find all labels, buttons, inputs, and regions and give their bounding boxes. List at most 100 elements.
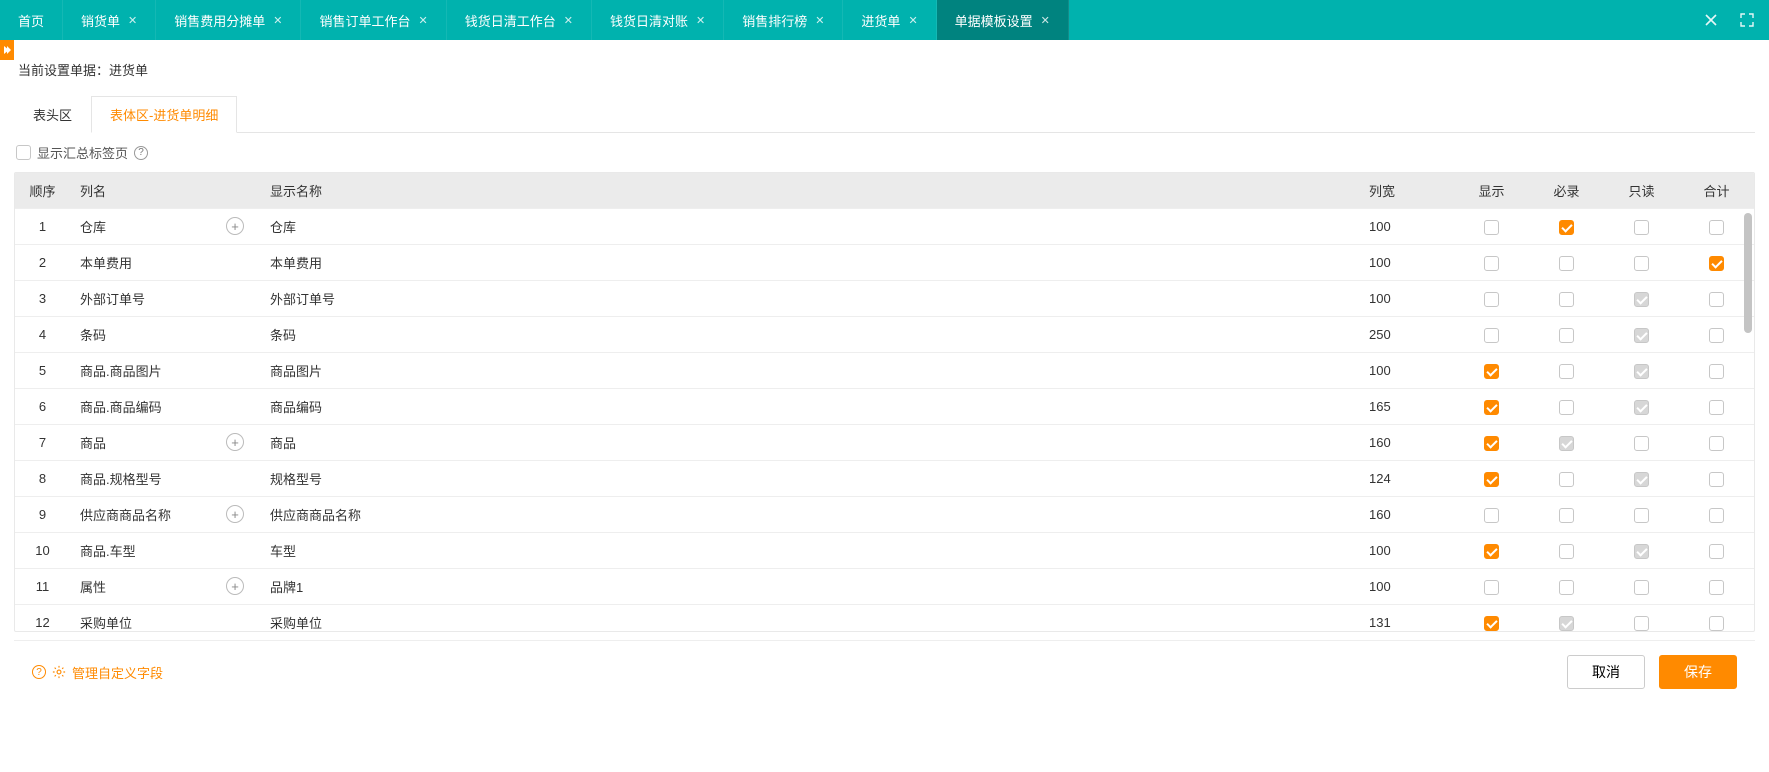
- cell-display[interactable]: 采购单位: [260, 605, 1359, 633]
- cell-display[interactable]: 品牌1: [260, 569, 1359, 605]
- close-all-icon[interactable]: [1697, 6, 1725, 34]
- show-checkbox[interactable]: [1484, 472, 1499, 487]
- table-row[interactable]: 9供应商商品名称+供应商商品名称160: [15, 497, 1754, 533]
- show-checkbox[interactable]: [1484, 328, 1499, 343]
- top-tab[interactable]: 销售费用分摊单✕: [156, 0, 301, 40]
- sum-checkbox[interactable]: [1709, 256, 1724, 271]
- show-checkbox[interactable]: [1484, 508, 1499, 523]
- top-tab[interactable]: 销售排行榜✕: [724, 0, 843, 40]
- close-icon[interactable]: ✕: [564, 14, 573, 27]
- sum-checkbox[interactable]: [1709, 220, 1724, 235]
- show-checkbox[interactable]: [1484, 364, 1499, 379]
- cell-width[interactable]: 250: [1359, 317, 1454, 353]
- close-icon[interactable]: ✕: [815, 14, 824, 27]
- readonly-checkbox[interactable]: [1634, 220, 1649, 235]
- table-row[interactable]: 1仓库+仓库100: [15, 209, 1754, 245]
- cell-width[interactable]: 160: [1359, 497, 1454, 533]
- top-tab[interactable]: 销货单✕: [63, 0, 156, 40]
- cell-display[interactable]: 商品编码: [260, 389, 1359, 425]
- close-icon[interactable]: ✕: [273, 14, 282, 27]
- required-checkbox[interactable]: [1559, 508, 1574, 523]
- sum-checkbox[interactable]: [1709, 400, 1724, 415]
- required-checkbox[interactable]: [1559, 220, 1574, 235]
- table-row[interactable]: 7商品+商品160: [15, 425, 1754, 461]
- sum-checkbox[interactable]: [1709, 436, 1724, 451]
- cell-display[interactable]: 本单费用: [260, 245, 1359, 281]
- required-checkbox[interactable]: [1559, 472, 1574, 487]
- table-row[interactable]: 12采购单位采购单位131: [15, 605, 1754, 633]
- cell-width[interactable]: 100: [1359, 245, 1454, 281]
- top-tab[interactable]: 单据模板设置✕: [937, 0, 1069, 40]
- readonly-checkbox[interactable]: [1634, 580, 1649, 595]
- footer-help-icon[interactable]: ?: [32, 665, 46, 679]
- sum-checkbox[interactable]: [1709, 328, 1724, 343]
- table-row[interactable]: 10商品.车型车型100: [15, 533, 1754, 569]
- manage-custom-fields-link[interactable]: 管理自定义字段: [72, 663, 163, 682]
- required-checkbox[interactable]: [1559, 292, 1574, 307]
- readonly-checkbox[interactable]: [1634, 616, 1649, 631]
- cell-display[interactable]: 规格型号: [260, 461, 1359, 497]
- cell-width[interactable]: 124: [1359, 461, 1454, 497]
- sum-checkbox[interactable]: [1709, 616, 1724, 631]
- sum-checkbox[interactable]: [1709, 580, 1724, 595]
- cell-display[interactable]: 供应商商品名称: [260, 497, 1359, 533]
- cell-width[interactable]: 100: [1359, 533, 1454, 569]
- close-icon[interactable]: ✕: [696, 14, 705, 27]
- table-row[interactable]: 4条码条码250: [15, 317, 1754, 353]
- close-icon[interactable]: ✕: [1041, 14, 1050, 27]
- sum-checkbox[interactable]: [1709, 472, 1724, 487]
- top-tab[interactable]: 首页: [0, 0, 63, 40]
- add-icon[interactable]: +: [226, 505, 244, 523]
- cell-width[interactable]: 165: [1359, 389, 1454, 425]
- table-row[interactable]: 6商品.商品编码商品编码165: [15, 389, 1754, 425]
- cell-display[interactable]: 商品: [260, 425, 1359, 461]
- close-icon[interactable]: ✕: [908, 14, 917, 27]
- help-icon[interactable]: ?: [134, 146, 148, 160]
- required-checkbox[interactable]: [1559, 580, 1574, 595]
- cell-width[interactable]: 100: [1359, 209, 1454, 245]
- cell-width[interactable]: 100: [1359, 353, 1454, 389]
- required-checkbox[interactable]: [1559, 256, 1574, 271]
- cell-width[interactable]: 100: [1359, 569, 1454, 605]
- summary-tab-checkbox[interactable]: [16, 145, 31, 160]
- required-checkbox[interactable]: [1559, 328, 1574, 343]
- sum-checkbox[interactable]: [1709, 292, 1724, 307]
- show-checkbox[interactable]: [1484, 400, 1499, 415]
- cell-display[interactable]: 条码: [260, 317, 1359, 353]
- readonly-checkbox[interactable]: [1634, 436, 1649, 451]
- tab-header-area[interactable]: 表头区: [14, 96, 91, 133]
- sum-checkbox[interactable]: [1709, 508, 1724, 523]
- cell-display[interactable]: 外部订单号: [260, 281, 1359, 317]
- readonly-checkbox[interactable]: [1634, 508, 1649, 523]
- top-tab[interactable]: 钱货日清工作台✕: [447, 0, 592, 40]
- cell-display[interactable]: 商品图片: [260, 353, 1359, 389]
- save-button[interactable]: 保存: [1659, 655, 1737, 689]
- cell-display[interactable]: 仓库: [260, 209, 1359, 245]
- close-icon[interactable]: ✕: [419, 14, 428, 27]
- add-icon[interactable]: +: [226, 217, 244, 235]
- show-checkbox[interactable]: [1484, 580, 1499, 595]
- add-icon[interactable]: +: [226, 577, 244, 595]
- top-tab[interactable]: 进货单✕: [843, 0, 936, 40]
- top-tab[interactable]: 钱货日清对账✕: [592, 0, 724, 40]
- sidebar-expand-handle[interactable]: [0, 40, 14, 60]
- sum-checkbox[interactable]: [1709, 544, 1724, 559]
- table-row[interactable]: 8商品.规格型号规格型号124: [15, 461, 1754, 497]
- vertical-scrollbar[interactable]: [1744, 213, 1752, 333]
- cancel-button[interactable]: 取消: [1567, 655, 1645, 689]
- show-checkbox[interactable]: [1484, 616, 1499, 631]
- required-checkbox[interactable]: [1559, 400, 1574, 415]
- top-tab[interactable]: 销售订单工作台✕: [301, 0, 446, 40]
- fullscreen-icon[interactable]: [1733, 6, 1761, 34]
- cell-width[interactable]: 160: [1359, 425, 1454, 461]
- add-icon[interactable]: +: [226, 433, 244, 451]
- show-checkbox[interactable]: [1484, 292, 1499, 307]
- cell-width[interactable]: 131: [1359, 605, 1454, 633]
- required-checkbox[interactable]: [1559, 364, 1574, 379]
- required-checkbox[interactable]: [1559, 544, 1574, 559]
- cell-display[interactable]: 车型: [260, 533, 1359, 569]
- show-checkbox[interactable]: [1484, 436, 1499, 451]
- table-row[interactable]: 5商品.商品图片商品图片100: [15, 353, 1754, 389]
- show-checkbox[interactable]: [1484, 544, 1499, 559]
- close-icon[interactable]: ✕: [128, 14, 137, 27]
